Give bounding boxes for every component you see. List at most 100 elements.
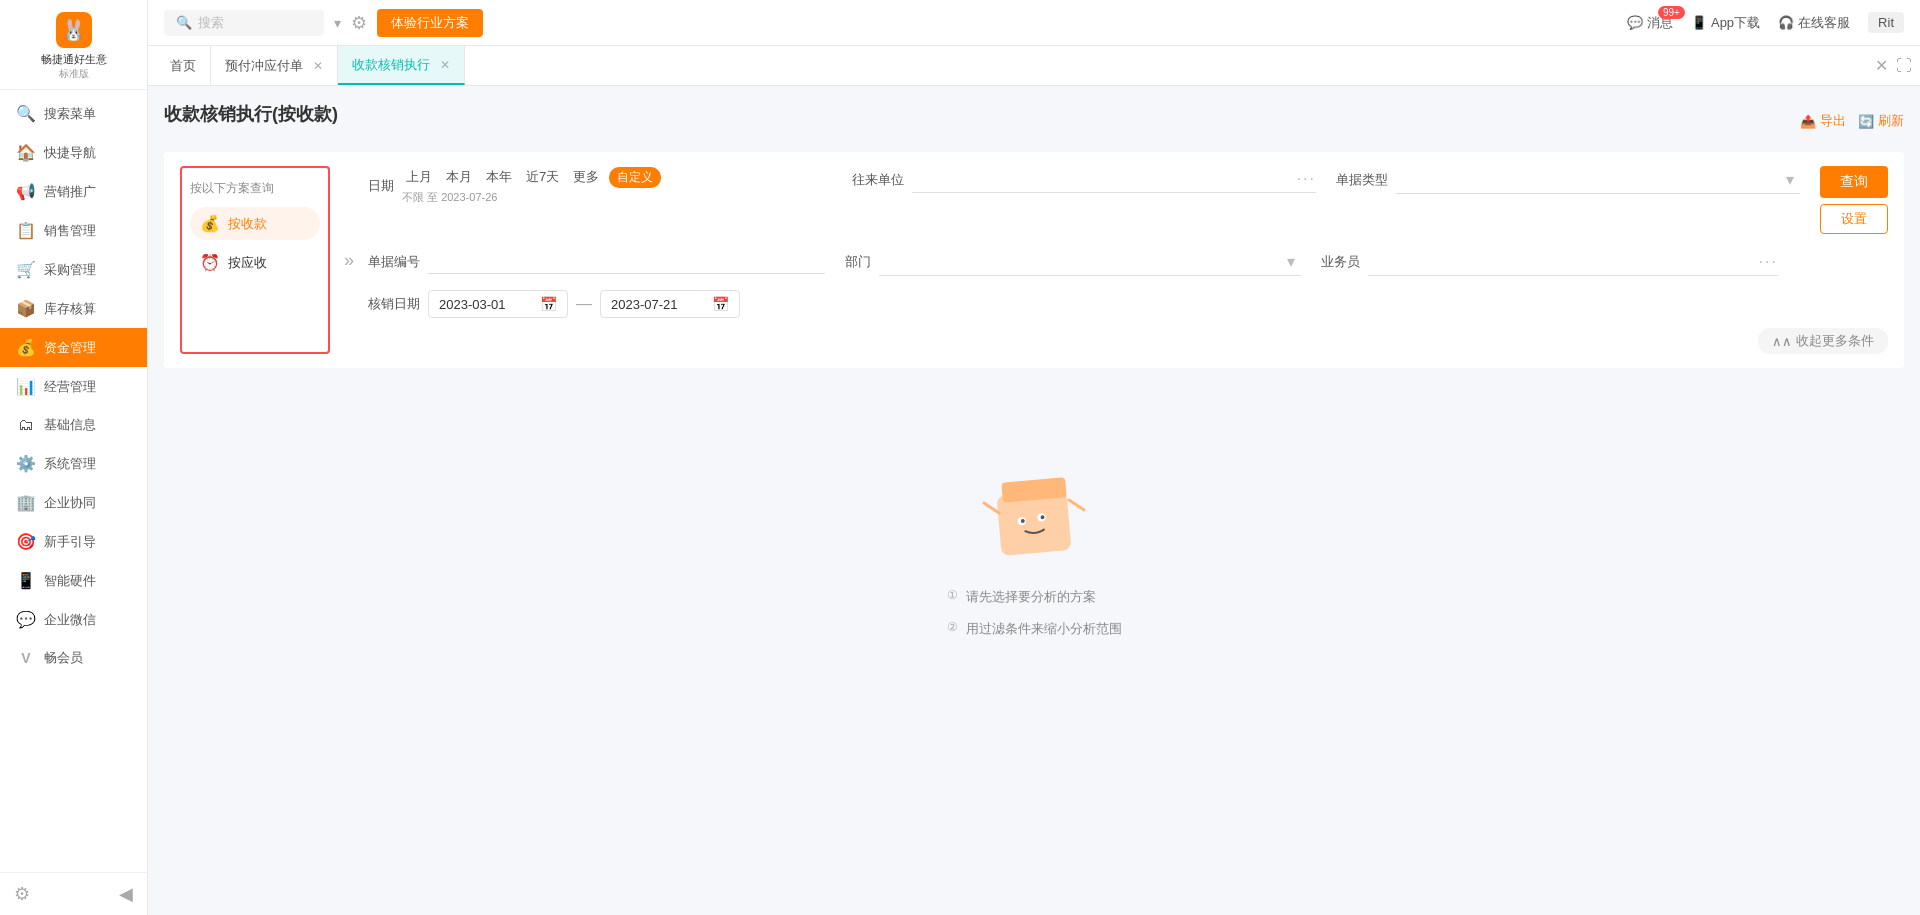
tab-prepay[interactable]: 预付冲应付单 ✕ (211, 46, 338, 85)
last-month-btn[interactable]: 上月 (402, 166, 436, 188)
verify-date-label: 核销日期 (368, 295, 420, 313)
sidebar-item-inventory[interactable]: 📦 库存核算 (0, 289, 147, 328)
home-icon: 🏠 (16, 143, 36, 162)
sidebar-item-label: 采购管理 (44, 261, 96, 279)
export-icon: 📤 (1800, 114, 1816, 129)
gear-icon[interactable]: ⚙ (351, 12, 367, 34)
close-all-icon[interactable]: ✕ (1875, 56, 1888, 75)
service-label: 在线客服 (1798, 14, 1850, 32)
custom-btn[interactable]: 自定义 (609, 167, 661, 188)
date-label: 日期 (368, 177, 394, 195)
sidebar-item-label: 销售管理 (44, 222, 96, 240)
sidebar-item-purchase[interactable]: 🛒 采购管理 (0, 250, 147, 289)
collapse-sidebar-icon[interactable]: ◀ (119, 883, 133, 905)
main-content: 🔍 搜索 ▾ ⚙ 体验行业方案 💬 消息 99+ 📱 App下载 🎧 在线客服 … (148, 0, 1920, 915)
sidebar-item-member[interactable]: V 畅会员 (0, 639, 147, 677)
tab-collection-close-icon[interactable]: ✕ (440, 58, 450, 72)
staff-dots[interactable]: ··· (1759, 253, 1778, 271)
more-btn[interactable]: 更多 (569, 166, 603, 188)
doc-type-select[interactable]: ▾ (1396, 166, 1800, 194)
calendar-icon-end: 📅 (712, 296, 729, 312)
filter-by-receivable[interactable]: ⏰ 按应收 (190, 246, 320, 279)
sidebar-item-label: 企业微信 (44, 611, 96, 629)
tab-home[interactable]: 首页 (156, 46, 211, 85)
sidebar-item-basic[interactable]: 🗂 基础信息 (0, 406, 147, 444)
wechat-icon: 💬 (16, 610, 36, 629)
sidebar-item-finance[interactable]: 💰 资金管理 (0, 328, 147, 367)
settings-icon[interactable]: ⚙ (14, 883, 30, 905)
online-service-btn[interactable]: 🎧 在线客服 (1778, 14, 1850, 32)
chevron-down-icon[interactable]: ▾ (334, 15, 341, 31)
page-title: 收款核销执行(按收款) (164, 102, 338, 126)
setting-button[interactable]: 设置 (1820, 204, 1888, 234)
sidebar-item-newbie[interactable]: 🎯 新手引导 (0, 522, 147, 561)
filter-by-collection[interactable]: 💰 按收款 (190, 207, 320, 240)
user-avatar[interactable]: Rit (1868, 12, 1904, 33)
refresh-icon: 🔄 (1858, 114, 1874, 129)
empty-hint-2: ② 用过滤条件来缩小分析范围 (947, 620, 1122, 638)
tab-collection[interactable]: 收款核销执行 ✕ (338, 46, 465, 85)
enterprise-icon: 🏢 (16, 493, 36, 512)
sidebar-item-shortcut[interactable]: 🏠 快捷导航 (0, 133, 147, 172)
sidebar-item-marketing[interactable]: 📢 营销推广 (0, 172, 147, 211)
sidebar-item-operation[interactable]: 📊 经营管理 (0, 367, 147, 406)
collection-icon: 💰 (200, 214, 220, 233)
operation-icon: 📊 (16, 377, 36, 396)
sidebar-item-system[interactable]: ⚙️ 系统管理 (0, 444, 147, 483)
member-icon: V (16, 650, 36, 666)
refresh-button[interactable]: 🔄 刷新 (1858, 112, 1904, 130)
query-button[interactable]: 查询 (1820, 166, 1888, 198)
date-unlimited-text: 不限 至 2023-07-26 (402, 190, 661, 205)
dept-label: 部门 (845, 253, 871, 271)
search-icon: 🔍 (176, 15, 192, 30)
svg-line-6 (984, 503, 999, 513)
industry-btn[interactable]: 体验行业方案 (377, 9, 483, 37)
maximize-icon[interactable]: ⛶ (1896, 57, 1912, 75)
sidebar-item-label: 智能硬件 (44, 572, 96, 590)
refresh-label: 刷新 (1878, 112, 1904, 130)
doc-no-label: 单据编号 (368, 253, 420, 271)
message-badge: 99+ (1658, 6, 1685, 19)
this-year-btn[interactable]: 本年 (482, 166, 516, 188)
app-label: App下载 (1711, 14, 1760, 32)
search-box[interactable]: 🔍 搜索 (164, 10, 324, 36)
sidebar-item-enterprise[interactable]: 🏢 企业协同 (0, 483, 147, 522)
filter-collapse-icon[interactable]: » (344, 250, 354, 271)
sidebar-item-sales[interactable]: 📋 销售管理 (0, 211, 147, 250)
sidebar-item-label: 资金管理 (44, 339, 96, 357)
export-button[interactable]: 📤 导出 (1800, 112, 1846, 130)
doc-no-input[interactable] (428, 250, 825, 274)
sidebar-item-wechat[interactable]: 💬 企业微信 (0, 600, 147, 639)
collapse-more-btn[interactable]: ∧∧ 收起更多条件 (1758, 328, 1888, 354)
tabbar-actions: ✕ ⛶ (1875, 56, 1912, 75)
chevron-down-icon2: ▾ (1287, 252, 1295, 271)
dept-select[interactable]: ▾ (879, 248, 1302, 276)
topbar-left: 🔍 搜索 ▾ ⚙ 体验行业方案 (164, 9, 483, 37)
calendar-icon-start: 📅 (540, 296, 557, 312)
filter-sidebar-title: 按以下方案查询 (190, 180, 320, 197)
this-month-btn[interactable]: 本月 (442, 166, 476, 188)
doc-type-label: 单据类型 (1336, 171, 1388, 189)
tab-prepay-close-icon[interactable]: ✕ (313, 59, 323, 73)
page-content: 收款核销执行(按收款) 📤 导出 🔄 刷新 按以下方案查询 (148, 86, 1920, 915)
counterparty-dots[interactable]: ··· (1297, 170, 1316, 188)
filter-action-btns: 查询 设置 (1820, 166, 1888, 234)
message-btn[interactable]: 💬 消息 99+ (1627, 14, 1673, 32)
filter-sidebar: 按以下方案查询 💰 按收款 ⏰ 按应收 (180, 166, 330, 354)
verify-date-start[interactable]: 2023-03-01 📅 (428, 290, 568, 318)
receivable-icon: ⏰ (200, 253, 220, 272)
tab-home-label: 首页 (170, 57, 196, 75)
app-download-btn[interactable]: 📱 App下载 (1691, 14, 1760, 32)
sidebar-item-hardware[interactable]: 📱 智能硬件 (0, 561, 147, 600)
export-label: 导出 (1820, 112, 1846, 130)
verify-date-end[interactable]: 2023-07-21 📅 (600, 290, 740, 318)
page-container: 收款核销执行(按收款) 📤 导出 🔄 刷新 按以下方案查询 (148, 86, 1920, 720)
sidebar-item-search[interactable]: 🔍 搜索菜单 (0, 94, 147, 133)
topbar: 🔍 搜索 ▾ ⚙ 体验行业方案 💬 消息 99+ 📱 App下载 🎧 在线客服 … (148, 0, 1920, 46)
sidebar-item-label: 基础信息 (44, 416, 96, 434)
search-icon: 🔍 (16, 104, 36, 123)
last7-btn[interactable]: 近7天 (522, 166, 563, 188)
app-subtitle: 标准版 (59, 67, 89, 81)
sidebar-item-label: 经营管理 (44, 378, 96, 396)
filter-receivable-label: 按应收 (228, 254, 267, 272)
